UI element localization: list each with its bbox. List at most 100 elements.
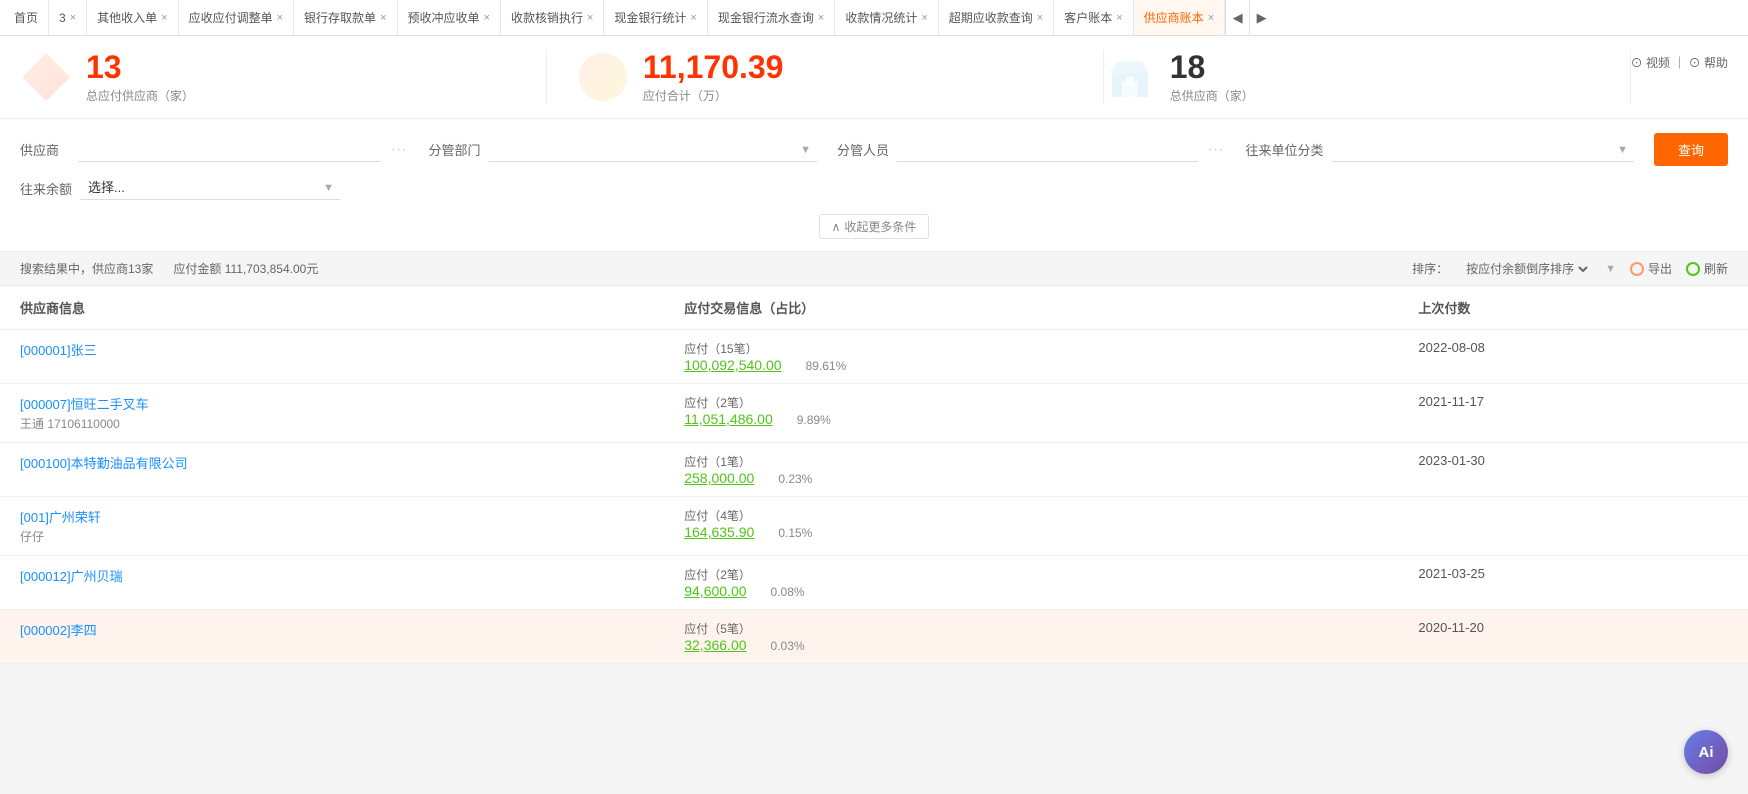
help-link[interactable]: 帮助 — [1704, 56, 1728, 70]
ai-assistant-button[interactable]: Ai — [1684, 730, 1728, 774]
supplier-sub-info: 王通 17106110000 — [20, 415, 644, 432]
collapse-button[interactable]: ∧ 收起更多条件 — [819, 214, 930, 239]
supplier-info-cell: [000002]李四 — [0, 610, 664, 664]
supplier-info-cell: [000100]本特勤油品有限公司 — [0, 443, 664, 497]
nav-tab-overdue-query[interactable]: 超期应收款查询 × — [939, 0, 1054, 36]
summary-item-payable-suppliers-content: 13 总应付供应商（家） — [86, 50, 194, 104]
payable-total-icon — [577, 51, 629, 103]
percent-value: 0.08% — [771, 585, 805, 599]
close-tab-ar-ap-adjust-icon[interactable]: × — [277, 12, 283, 24]
sort-select[interactable]: 按应付余额倒序排序 — [1462, 261, 1591, 277]
category-filter-label: 往来单位分类 — [1246, 140, 1324, 159]
close-tab-3-icon[interactable]: × — [70, 12, 76, 24]
dept-filter-select[interactable] — [489, 138, 817, 162]
amount-value[interactable]: 100,092,540.00 — [684, 357, 781, 373]
supplier-link[interactable]: [001]广州荣轩 — [20, 510, 101, 525]
supplier-link[interactable]: [000012]广州贝瑞 — [20, 569, 123, 584]
amount-value[interactable]: 11,051,486.00 — [684, 411, 773, 427]
query-button[interactable]: 查询 — [1654, 133, 1728, 166]
category-filter-select[interactable] — [1332, 138, 1634, 162]
summary-actions: ⊙ 视频 ｜ ⊙ 帮助 — [1631, 50, 1728, 71]
nav-tab-cash-bank-query[interactable]: 现金银行流水查询 × — [708, 0, 835, 36]
close-tab-payment-verify-icon[interactable]: × — [587, 12, 593, 24]
nav-tab-3[interactable]: 3 × — [49, 0, 87, 36]
transaction-label: 应付（1笔） — [684, 453, 1378, 470]
supplier-table: 供应商信息 应付交易信息（占比） 上次付数 [000001]张三应付（15笔）1… — [0, 286, 1748, 664]
percent-value: 89.61% — [806, 359, 847, 373]
close-tab-receipt-stat-icon[interactable]: × — [921, 12, 927, 24]
close-tab-pre-receive-icon[interactable]: × — [484, 12, 490, 24]
table-row: [001]广州荣轩仔仔应付（4笔）164,635.900.15% — [0, 497, 1748, 556]
transaction-label: 应付（2笔） — [684, 566, 1378, 583]
nav-tab-ar-ap-adjust[interactable]: 应收应付调整单 × — [179, 0, 294, 36]
nav-tab-receipt-stat[interactable]: 收款情况统计 × — [835, 0, 938, 36]
result-bar-right: 排序： 按应付余额倒序排序 ▼ 导出 刷新 — [1412, 260, 1728, 277]
supplier-filter-input[interactable] — [78, 138, 381, 162]
close-tab-customer-book-icon[interactable]: × — [1116, 12, 1122, 24]
close-tab-other-income-icon[interactable]: × — [161, 12, 167, 24]
last-pay-cell: 2023-01-30 — [1398, 443, 1748, 497]
video-link[interactable]: 视频 — [1646, 56, 1670, 70]
supplier-info-cell: [000007]恒旺二手叉车王通 17106110000 — [0, 384, 664, 443]
refresh-label: 刷新 — [1704, 260, 1728, 277]
transaction-label: 应付（4笔） — [684, 507, 1378, 524]
supplier-filter-dots[interactable]: ··· — [389, 141, 409, 159]
close-tab-overdue-query-icon[interactable]: × — [1037, 12, 1043, 24]
last-pay-cell — [1398, 497, 1748, 556]
supplier-filter-label: 供应商 — [20, 140, 70, 159]
amount-value[interactable]: 94,600.00 — [684, 583, 746, 599]
nav-tab-customer-book[interactable]: 客户账本 × — [1054, 0, 1133, 36]
summary-bar: 13 总应付供应商（家） 11,170.39 应付合计（万） 18 总供应商（家… — [0, 36, 1748, 119]
payable-suppliers-value: 13 — [86, 50, 194, 85]
nav-prev-arrow[interactable]: ◀ — [1225, 0, 1249, 36]
payable-suppliers-label: 总应付供应商（家） — [86, 87, 194, 104]
person-filter-input[interactable] — [897, 138, 1198, 162]
close-tab-cash-bank-stat-icon[interactable]: × — [690, 12, 696, 24]
payable-suppliers-icon — [20, 51, 72, 103]
filter-area: 供应商 ··· 分管部门 ▼ 分管人员 ··· 往来单位分类 — [0, 119, 1748, 252]
nav-tab-other-income[interactable]: 其他收入单 × — [87, 0, 178, 36]
table-row: [000007]恒旺二手叉车王通 17106110000应付（2笔）11,051… — [0, 384, 1748, 443]
top-navigation: 首页 3 × 其他收入单 × 应收应付调整单 × 银行存取款单 × 预收冲应收单… — [0, 0, 1748, 36]
close-tab-supplier-book-icon[interactable]: × — [1208, 12, 1214, 24]
balance-filter-select[interactable]: 选择... — [80, 176, 340, 200]
nav-next-arrow[interactable]: ▶ — [1249, 0, 1273, 36]
nav-tab-supplier-book[interactable]: 供应商账本 × — [1134, 0, 1225, 36]
supplier-info-cell: [000001]张三 — [0, 330, 664, 384]
col-header-last-payment: 上次付数 — [1398, 286, 1748, 330]
nav-tab-bank-deposit[interactable]: 银行存取款单 × — [294, 0, 397, 36]
percent-value: 0.03% — [771, 639, 805, 653]
filter-row-1: 供应商 ··· 分管部门 ▼ 分管人员 ··· 往来单位分类 — [20, 133, 1728, 166]
summary-item-total-suppliers: 18 总供应商（家） — [1104, 50, 1631, 104]
nav-tab-home[interactable]: 首页 — [4, 0, 49, 36]
result-bar-left: 搜索结果中，供应商13家 应付金额 111,703,854.00元 — [20, 260, 318, 277]
last-pay-cell: 2021-03-25 — [1398, 556, 1748, 610]
table-wrap: 供应商信息 应付交易信息（占比） 上次付数 [000001]张三应付（15笔）1… — [0, 286, 1748, 664]
collapse-bar: ∧ 收起更多条件 — [20, 210, 1728, 241]
payable-total-value: 11,170.39 — [643, 50, 784, 85]
close-tab-bank-deposit-icon[interactable]: × — [380, 12, 386, 24]
transaction-info-cell: 应付（1笔）258,000.000.23% — [664, 443, 1398, 497]
amount-value[interactable]: 164,635.90 — [684, 524, 754, 540]
refresh-action[interactable]: 刷新 — [1686, 260, 1728, 277]
summary-item-payable-total: 11,170.39 应付合计（万） — [547, 50, 1104, 104]
last-pay-cell: 2022-08-08 — [1398, 330, 1748, 384]
nav-tab-payment-verify[interactable]: 收款核销执行 × — [501, 0, 604, 36]
supplier-link[interactable]: [000002]李四 — [20, 623, 97, 638]
close-tab-cash-bank-query-icon[interactable]: × — [818, 12, 824, 24]
supplier-info-cell: [001]广州荣轩仔仔 — [0, 497, 664, 556]
supplier-link[interactable]: [000001]张三 — [20, 343, 97, 358]
person-filter-dots[interactable]: ··· — [1206, 141, 1226, 159]
supplier-link[interactable]: [000007]恒旺二手叉车 — [20, 397, 149, 412]
supplier-link[interactable]: [000100]本特勤油品有限公司 — [20, 456, 188, 471]
nav-tab-pre-receive[interactable]: 预收冲应收单 × — [398, 0, 501, 36]
total-suppliers-icon — [1104, 51, 1156, 103]
nav-tab-cash-bank-stat[interactable]: 现金银行统计 × — [604, 0, 707, 36]
filter-item-category: 往来单位分类 ▼ — [1246, 138, 1635, 162]
sort-chevron-icon: ▼ — [1605, 263, 1616, 275]
category-filter-select-wrap: ▼ — [1332, 138, 1634, 162]
amount-value[interactable]: 32,366.00 — [684, 637, 746, 653]
amount-value[interactable]: 258,000.00 — [684, 470, 754, 486]
table-header-row: 供应商信息 应付交易信息（占比） 上次付数 — [0, 286, 1748, 330]
export-action[interactable]: 导出 — [1630, 260, 1672, 277]
